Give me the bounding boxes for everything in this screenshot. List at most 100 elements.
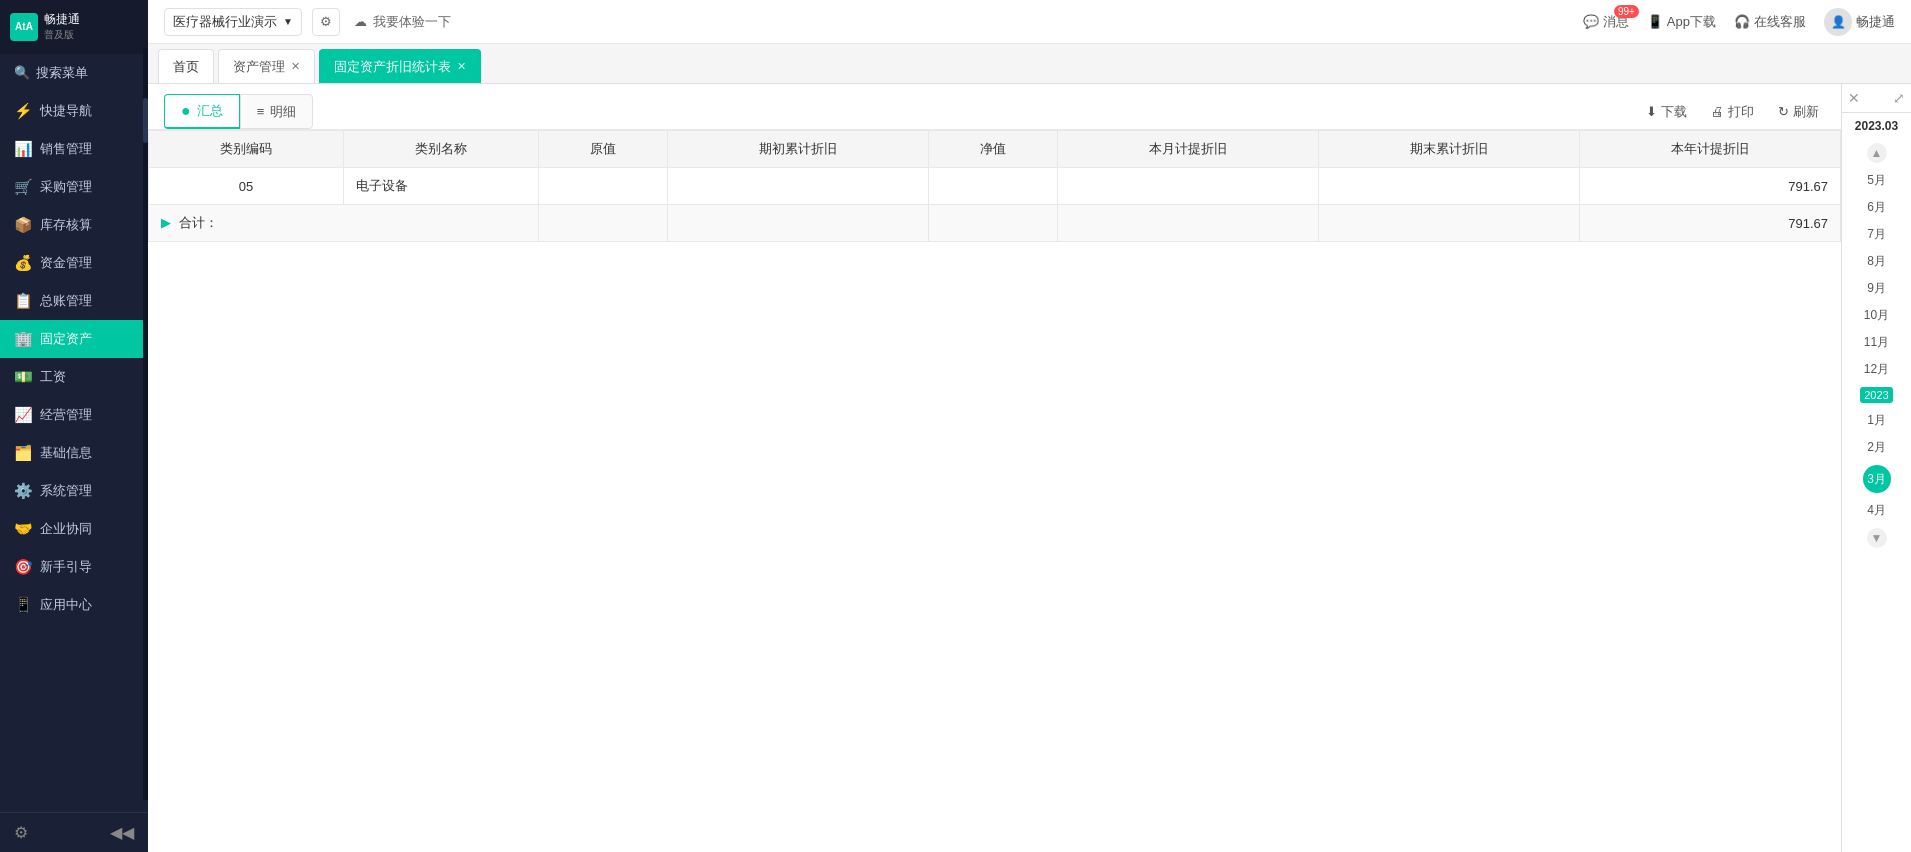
sidebar-item-fixedassets[interactable]: 🏢 固定资产 <box>0 320 148 358</box>
month-1[interactable]: 1月 <box>1842 407 1911 434</box>
sidebar-title: 畅捷通 <box>44 12 80 28</box>
year-badge: 2023 <box>1860 387 1892 403</box>
sidebar-item-guide[interactable]: 🎯 新手引导 <box>0 548 148 586</box>
month-10[interactable]: 10月 <box>1842 302 1911 329</box>
subtab-detail[interactable]: ≡ 明细 <box>240 94 314 129</box>
experience-label: 我要体验一下 <box>373 13 451 31</box>
summary-icon: ● <box>181 102 191 120</box>
month-6[interactable]: 6月 <box>1842 194 1911 221</box>
sum-yearly: 791.67 <box>1580 205 1841 242</box>
sidebar-item-sales[interactable]: 📊 销售管理 <box>0 130 148 168</box>
sidebar-item-payroll[interactable]: 💵 工资 <box>0 358 148 396</box>
settings-footer-icon[interactable]: ⚙ <box>14 823 28 842</box>
online-service-button[interactable]: 🎧 在线客服 <box>1734 13 1806 31</box>
company-selector[interactable]: 医疗器械行业演示 ▼ <box>164 8 302 36</box>
refresh-button[interactable]: ↻ 刷新 <box>1772 99 1825 125</box>
tab-home-label: 首页 <box>173 58 199 76</box>
tab-depreciation-label: 固定资产折旧统计表 <box>334 58 451 76</box>
col-original: 原值 <box>539 131 668 168</box>
funds-icon: 💰 <box>14 254 32 272</box>
sidebar-footer: ⚙ ◀◀ <box>0 812 148 852</box>
month-11[interactable]: 11月 <box>1842 329 1911 356</box>
cell-end-accum <box>1319 168 1580 205</box>
sidebar-brand: 畅捷通 普及版 <box>44 12 80 42</box>
collapse-icon[interactable]: ◀◀ <box>110 823 134 842</box>
sidebar-header: AtA 畅捷通 普及版 <box>0 0 148 54</box>
sidebar-item-label: 库存核算 <box>40 216 92 234</box>
right-panel-header: ✕ ⤢ <box>1842 90 1911 113</box>
month-2[interactable]: 2月 <box>1842 434 1911 461</box>
tab-asset-mgmt[interactable]: 资产管理 ✕ <box>218 49 315 83</box>
message-button[interactable]: 💬 消息 99+ <box>1583 13 1629 31</box>
sidebar-item-label: 工资 <box>40 368 66 386</box>
sidebar-item-inventory[interactable]: 📦 库存核算 <box>0 206 148 244</box>
expand-panel-icon[interactable]: ⤢ <box>1893 90 1905 106</box>
settings-button[interactable]: ⚙ <box>312 8 340 36</box>
sidebar-item-operations[interactable]: 📈 经营管理 <box>0 396 148 434</box>
sidebar-item-purchase[interactable]: 🛒 采购管理 <box>0 168 148 206</box>
print-label: 打印 <box>1728 103 1754 121</box>
sidebar-item-search[interactable]: 🔍 搜索菜单 <box>0 54 148 92</box>
sidebar-item-sysadmin[interactable]: ⚙️ 系统管理 <box>0 472 148 510</box>
user-menu[interactable]: 👤 畅捷通 <box>1824 8 1895 36</box>
refresh-icon: ↻ <box>1778 104 1789 119</box>
next-year-button[interactable]: ▼ <box>1867 528 1887 548</box>
sidebar-item-funds[interactable]: 💰 资金管理 <box>0 244 148 282</box>
tab-depreciation-close[interactable]: ✕ <box>457 60 466 73</box>
prev-year-button[interactable]: ▲ <box>1867 143 1887 163</box>
print-button[interactable]: 🖨 打印 <box>1705 99 1760 125</box>
col-initial-accum: 期初累计折旧 <box>668 131 929 168</box>
month-7[interactable]: 7月 <box>1842 221 1911 248</box>
month-5[interactable]: 5月 <box>1842 167 1911 194</box>
cell-name: 电子设备 <box>344 168 539 205</box>
table-row[interactable]: 05 电子设备 791.67 <box>149 168 1841 205</box>
close-panel-icon[interactable]: ✕ <box>1848 90 1860 106</box>
page-content: ● 汇总 ≡ 明细 ⬇ 下载 🖨 打印 <box>148 84 1911 852</box>
sum-text: 合计： <box>179 215 218 230</box>
app-download-button[interactable]: 📱 App下载 <box>1647 13 1716 31</box>
current-period-label: 2023.03 <box>1851 113 1902 139</box>
tab-asset-mgmt-close[interactable]: ✕ <box>291 60 300 73</box>
sidebar-item-quicknav[interactable]: ⚡ 快捷导航 <box>0 92 148 130</box>
sidebar-item-appcenter[interactable]: 📱 应用中心 <box>0 586 148 624</box>
col-monthly: 本月计提折旧 <box>1058 131 1319 168</box>
chevron-down-icon: ▼ <box>283 16 293 27</box>
settings-icon: ⚙ <box>320 14 332 29</box>
sidebar-item-label: 企业协同 <box>40 520 92 538</box>
tabbar: 首页 资产管理 ✕ 固定资产折旧统计表 ✕ <box>148 44 1911 84</box>
sidebar-item-collab[interactable]: 🤝 企业协同 <box>0 510 148 548</box>
month-12[interactable]: 12月 <box>1842 356 1911 383</box>
payroll-icon: 💵 <box>14 368 32 386</box>
service-icon: 🎧 <box>1734 14 1750 29</box>
sum-label: ▶ 合计： <box>149 205 539 242</box>
sidebar-item-ledger[interactable]: 📋 总账管理 <box>0 282 148 320</box>
search-icon: 🔍 <box>14 65 30 80</box>
tab-home[interactable]: 首页 <box>158 49 214 83</box>
month-8[interactable]: 8月 <box>1842 248 1911 275</box>
subtab-summary[interactable]: ● 汇总 <box>164 94 240 129</box>
sidebar-item-label: 系统管理 <box>40 482 92 500</box>
operations-icon: 📈 <box>14 406 32 424</box>
month-3[interactable]: 3月 <box>1863 465 1891 493</box>
basicinfo-icon: 🗂️ <box>14 444 32 462</box>
table-container: 类别编码 类别名称 原值 期初累计折旧 净值 本月计提折旧 期末累计折旧 本年计… <box>148 130 1841 852</box>
tab-depreciation[interactable]: 固定资产折旧统计表 ✕ <box>319 49 481 83</box>
sidebar-item-label: 快捷导航 <box>40 102 92 120</box>
subtab-summary-label: 汇总 <box>197 102 223 120</box>
download-button[interactable]: ⬇ 下载 <box>1640 99 1693 125</box>
sum-end-accum <box>1319 205 1580 242</box>
col-net: 净值 <box>929 131 1058 168</box>
month-4[interactable]: 4月 <box>1842 497 1911 524</box>
col-name: 类别名称 <box>344 131 539 168</box>
month-9[interactable]: 9月 <box>1842 275 1911 302</box>
message-badge: 99+ <box>1614 5 1639 18</box>
sysadmin-icon: ⚙️ <box>14 482 32 500</box>
right-panel: ✕ ⤢ 2023.03 ▲ 5月 6月 7月 8月 9月 10月 11月 12月… <box>1841 84 1911 852</box>
sidebar-item-label: 总账管理 <box>40 292 92 310</box>
experience-button[interactable]: ☁ 我要体验一下 <box>354 13 451 31</box>
sum-monthly <box>1058 205 1319 242</box>
print-icon: 🖨 <box>1711 104 1724 119</box>
sidebar-item-basicinfo[interactable]: 🗂️ 基础信息 <box>0 434 148 472</box>
sidebar-item-label: 经营管理 <box>40 406 92 424</box>
avatar: 👤 <box>1824 8 1852 36</box>
